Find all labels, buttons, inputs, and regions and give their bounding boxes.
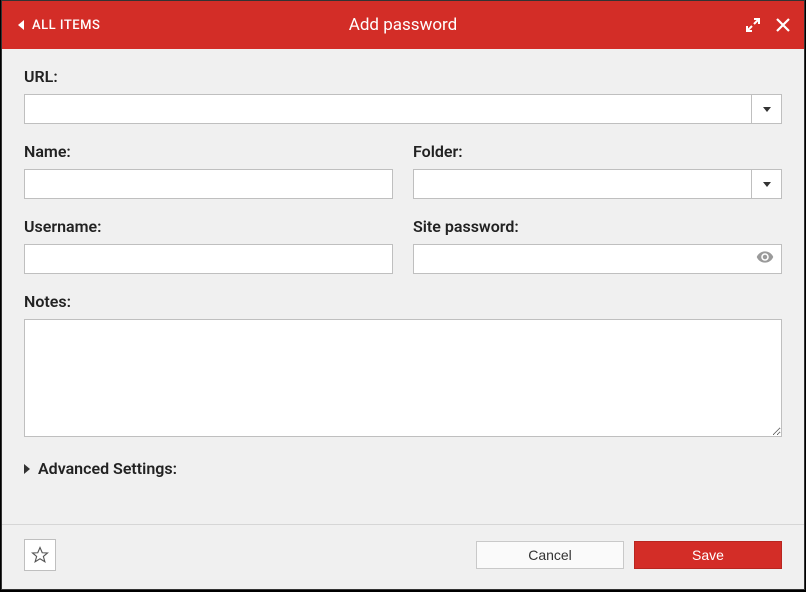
caret-down-icon <box>763 107 771 112</box>
folder-input[interactable] <box>413 169 752 199</box>
footer-actions: Cancel Save <box>476 541 782 569</box>
name-input[interactable] <box>24 169 393 199</box>
username-field-group: Username: <box>24 217 393 274</box>
notes-label: Notes: <box>24 292 782 311</box>
dialog-title: Add password <box>2 15 804 35</box>
url-label: URL: <box>24 67 782 86</box>
username-label: Username: <box>24 217 393 236</box>
dialog-footer: Cancel Save <box>2 524 804 589</box>
url-dropdown-button[interactable] <box>752 94 782 124</box>
url-field-group: URL: <box>24 67 782 124</box>
name-label: Name: <box>24 142 393 161</box>
close-button[interactable] <box>774 16 792 34</box>
folder-field-group: Folder: <box>413 142 782 199</box>
caret-down-icon <box>763 182 771 187</box>
notes-field-group: Notes: <box>24 292 782 441</box>
folder-label: Folder: <box>413 142 782 161</box>
password-input[interactable] <box>413 244 782 274</box>
close-icon <box>776 18 790 32</box>
favorite-button[interactable] <box>24 539 56 571</box>
expand-button[interactable] <box>744 16 762 34</box>
save-button[interactable]: Save <box>634 541 782 569</box>
username-input[interactable] <box>24 244 393 274</box>
folder-dropdown-button[interactable] <box>752 169 782 199</box>
star-icon <box>31 546 49 564</box>
password-field-group: Site password: <box>413 217 782 274</box>
name-field-group: Name: <box>24 142 393 199</box>
caret-left-icon <box>18 20 24 30</box>
header-actions <box>744 16 792 34</box>
back-all-items-link[interactable]: ALL ITEMS <box>18 18 100 33</box>
dialog-header: ALL ITEMS Add password <box>2 1 804 49</box>
caret-right-icon <box>24 464 30 474</box>
password-label: Site password: <box>413 217 782 236</box>
dialog-content: URL: Name: Folder: <box>2 49 804 524</box>
back-label: ALL ITEMS <box>32 18 100 33</box>
advanced-settings-toggle[interactable]: Advanced Settings: <box>24 459 782 478</box>
expand-icon <box>746 18 760 32</box>
url-input[interactable] <box>24 94 752 124</box>
eye-icon <box>756 248 774 266</box>
advanced-label: Advanced Settings: <box>38 459 177 478</box>
notes-textarea[interactable] <box>24 319 782 437</box>
cancel-button[interactable]: Cancel <box>476 541 624 569</box>
add-password-dialog: ALL ITEMS Add password URL: <box>1 0 805 590</box>
show-password-button[interactable] <box>756 248 774 270</box>
